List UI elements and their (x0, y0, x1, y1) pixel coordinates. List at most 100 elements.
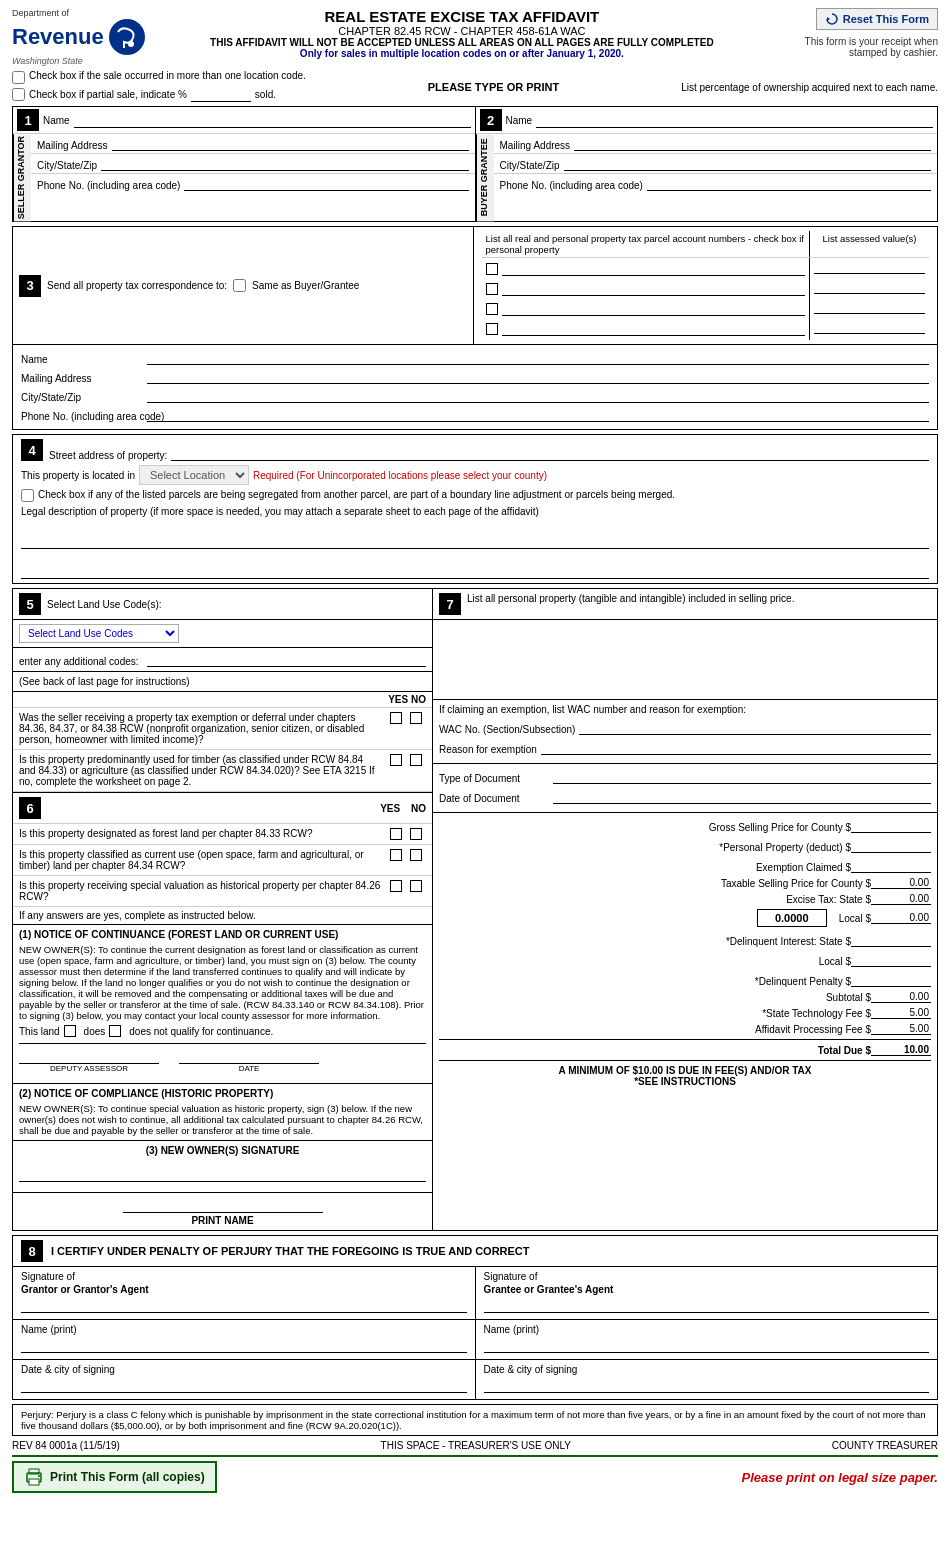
form-title: REAL ESTATE EXCISE TAX AFFIDAVIT (156, 8, 768, 25)
s6q3-no[interactable] (410, 880, 422, 892)
treasurer-space: THIS SPACE - TREASURER'S USE ONLY (381, 1440, 571, 1451)
print-icon (24, 1467, 44, 1487)
yes-label-6: YES (380, 803, 400, 814)
date-label: DATE (179, 1064, 319, 1073)
revenue-logo: Revenue (12, 26, 104, 48)
section3-same-checkbox[interactable] (233, 279, 246, 292)
check-location-label: Check box if the sale occurred in more t… (12, 70, 306, 84)
state-tech-amount: 5.00 (871, 1007, 931, 1019)
land-does-checkbox[interactable] (64, 1025, 76, 1037)
form-warning: THIS AFFIDAVIT WILL NOT BE ACCEPTED UNLE… (156, 37, 768, 48)
section4-location-in: This property is located in (21, 470, 135, 481)
section4-street-label: Street address of property: (49, 450, 167, 461)
section8-number: 8 (21, 1240, 43, 1262)
partial-sale-checkbox[interactable] (12, 88, 25, 101)
date1-label: Date & city of signing (21, 1364, 467, 1375)
section5-q1: Was the seller receiving a property tax … (19, 712, 382, 745)
section2-name-label: Name (506, 115, 533, 126)
s5q1-yes[interactable] (390, 712, 402, 724)
section1-name-label: Name (43, 115, 70, 126)
location-select[interactable]: Select Location (139, 465, 249, 485)
form-subtitle: CHAPTER 82.45 RCW - CHAPTER 458-61A WAC (156, 25, 768, 37)
s5q1-no[interactable] (410, 712, 422, 724)
gross-label: Gross Selling Price for County $ (439, 822, 851, 833)
section6-q1: Is this property designated as forest la… (19, 828, 382, 839)
sig1-sublabel: Grantor or Grantor's Agent (21, 1284, 467, 1295)
new-owner-title: (3) NEW OWNER(S) SIGNATURE (19, 1145, 426, 1156)
date2-label: Date & city of signing (484, 1364, 930, 1375)
parcel-checkbox-4[interactable] (486, 323, 498, 335)
svg-point-0 (109, 19, 145, 55)
historic-title: (2) NOTICE OF COMPLIANCE (HISTORIC PROPE… (19, 1088, 426, 1099)
s5q2-yes[interactable] (390, 754, 402, 766)
county-treasurer: COUNTY TREASURER (832, 1440, 938, 1451)
continuance-text: NEW OWNER(S): To continue the current de… (19, 944, 426, 1021)
state-label: Washington State (12, 56, 83, 66)
deputy-label: DEPUTY ASSESSOR (19, 1064, 159, 1073)
see-instructions: *SEE INSTRUCTIONS (443, 1076, 927, 1087)
section5-label: Select Land Use Code(s): (47, 599, 162, 610)
reset-label: Reset This Form (843, 13, 929, 25)
section7-number: 7 (439, 593, 461, 615)
s6q1-no[interactable] (410, 828, 422, 840)
section6-if-yes: If any answers are yes, complete as inst… (13, 906, 432, 924)
section3-mailing-label: Mailing Address (21, 373, 141, 384)
s6q2-no[interactable] (410, 849, 422, 861)
section6-number: 6 (19, 797, 41, 819)
sig2-sublabel: Grantee or Grantee's Agent (484, 1284, 930, 1295)
continuance-title: (1) NOTICE OF CONTINUANCE (FOREST LAND O… (19, 929, 426, 940)
seller-mailing-label: Mailing Address (37, 140, 108, 151)
land-does-not-checkbox[interactable] (109, 1025, 121, 1037)
section6-q3: Is this property receiving special valua… (19, 880, 382, 902)
section6-q2: Is this property classified as current u… (19, 849, 382, 871)
affidavit-label: Affidavit Processing Fee $ (439, 1024, 871, 1035)
delinquent-state-label: *Delinquent Interest: State $ (439, 936, 851, 947)
section3-same-label: Same as Buyer/Grantee (252, 280, 359, 291)
sold-label: sold. (255, 89, 276, 100)
s6q2-yes[interactable] (390, 849, 402, 861)
excise-state-amount: 0.00 (871, 893, 931, 905)
name2-label: Name (print) (484, 1324, 930, 1335)
legal-paper-note: Please print on legal size paper. (741, 1470, 938, 1485)
s6q1-yes[interactable] (390, 828, 402, 840)
section3-city-label: City/State/Zip (21, 392, 141, 403)
location-checkbox[interactable] (12, 71, 25, 84)
print-form-button[interactable]: Print This Form (all copies) (12, 1461, 217, 1493)
add-codes-label: enter any additional codes: (19, 656, 139, 667)
perjury-note: Perjury: Perjury is a class C felony whi… (12, 1404, 938, 1436)
parcel-segregate-checkbox[interactable] (21, 489, 34, 502)
svg-point-6 (38, 1475, 40, 1477)
personal-label: *Personal Property (deduct) $ (439, 842, 851, 853)
subtotal-label: Subtotal $ (439, 992, 871, 1003)
historic-text: NEW OWNER(S): To continue special valuat… (19, 1103, 426, 1136)
back-note: (See back of last page for instructions) (13, 672, 432, 692)
section8-certify: I CERTIFY UNDER PENALTY OF PERJURY THAT … (51, 1245, 530, 1257)
s6q3-yes[interactable] (390, 880, 402, 892)
parcel-checkbox-3[interactable] (486, 303, 498, 315)
parcel-check-label: Check box if any of the listed parcels a… (38, 489, 675, 500)
buyer-phone-label: Phone No. (including area code) (500, 180, 643, 191)
svg-rect-4 (29, 1479, 39, 1485)
no-label-5: NO (411, 694, 426, 705)
reset-button[interactable]: Reset This Form (816, 8, 938, 30)
sig1-label: Signature of (21, 1271, 467, 1282)
please-print: PLEASE TYPE OR PRINT (428, 81, 559, 93)
date-note: Only for sales in multiple location code… (156, 48, 768, 59)
no-label-6: NO (411, 803, 426, 814)
rev-number: REV 84 0001a (11/5/19) (12, 1440, 120, 1451)
section2-number: 2 (480, 109, 502, 131)
land-use-select[interactable]: Select Land Use Codes (19, 624, 179, 643)
excise-state-label: Excise Tax: State $ (439, 894, 871, 905)
taxable-label: Taxable Selling Price for County $ (439, 878, 871, 889)
revenue-logo-icon (108, 18, 146, 56)
section5-number: 5 (19, 593, 41, 615)
buyer-label: BUYER GRANTEE (476, 134, 494, 221)
parcel-checkbox-1[interactable] (486, 263, 498, 275)
partial-sale-input[interactable] (191, 86, 251, 102)
parcel-checkbox-2[interactable] (486, 283, 498, 295)
print-btn-label: Print This Form (all copies) (50, 1470, 205, 1484)
svg-point-1 (128, 41, 134, 47)
total-amount: 10.00 (871, 1044, 931, 1056)
section3-name-label: Name (21, 354, 141, 365)
s5q2-no[interactable] (410, 754, 422, 766)
